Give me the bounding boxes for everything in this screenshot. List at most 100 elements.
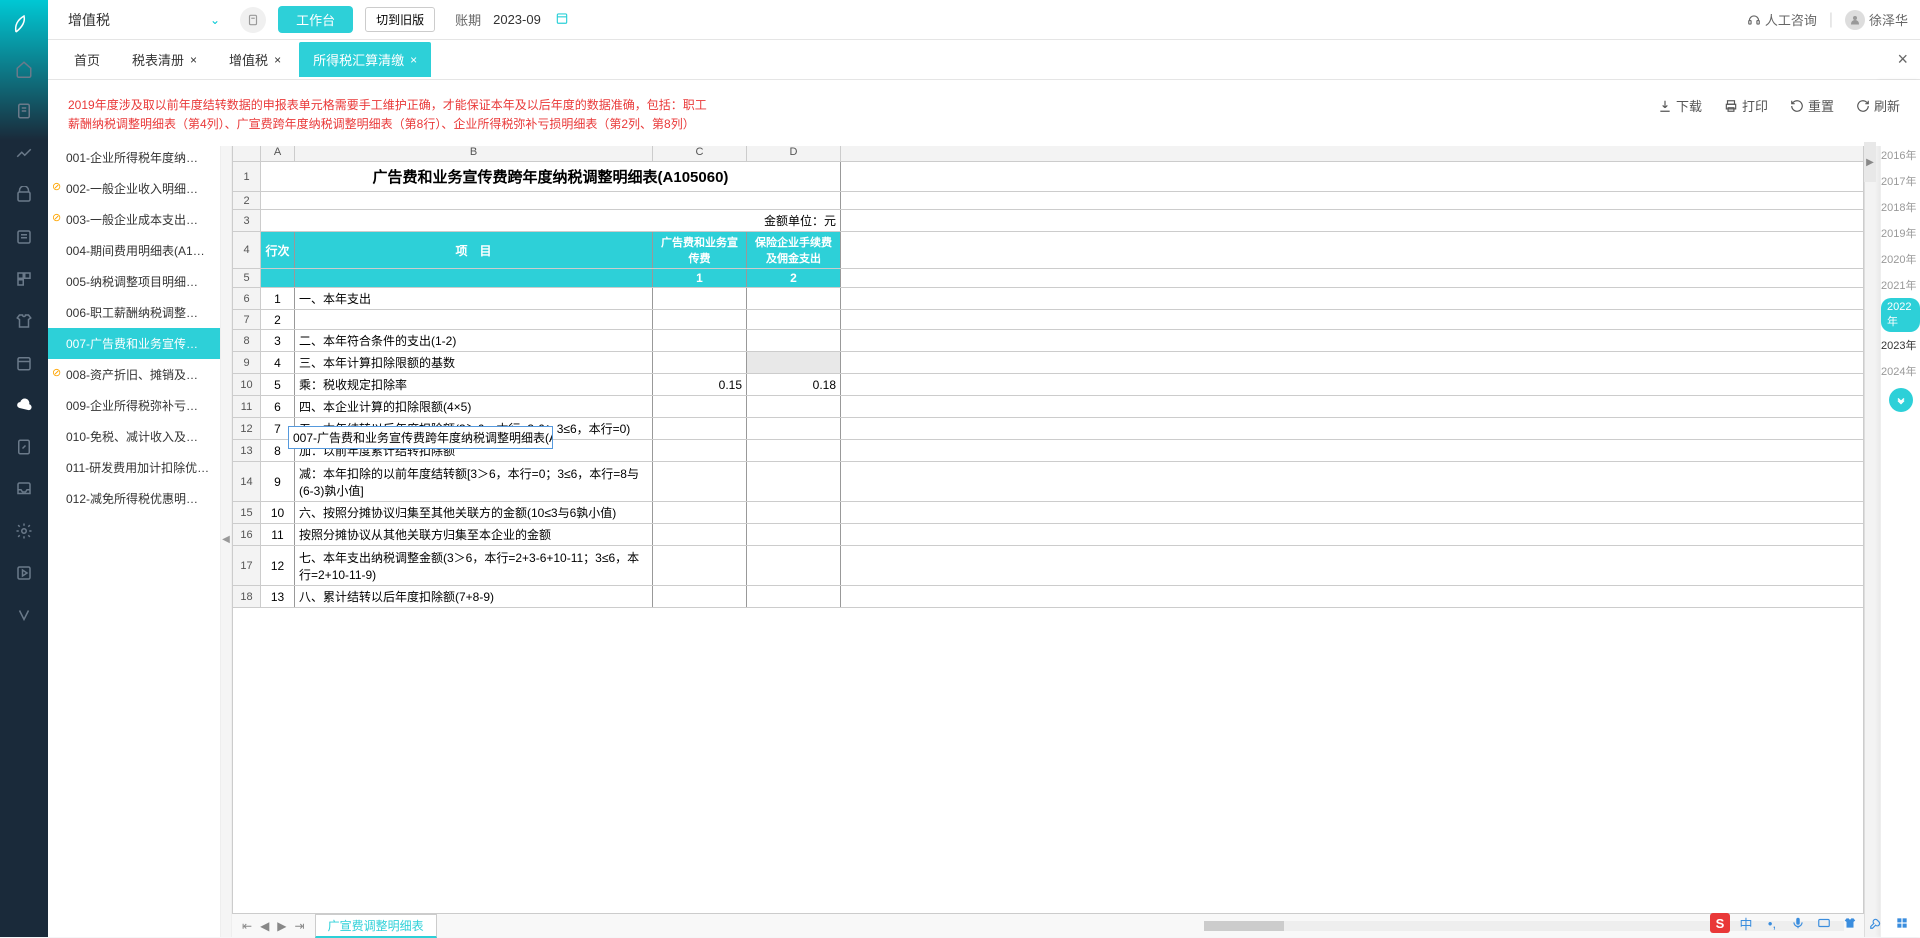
item-cell[interactable]: 七、本年支出纳税调整金额(3＞6，本行=2+3-6+10-11；3≤6，本行=2… (295, 546, 653, 585)
year-item[interactable]: 2023年 (1881, 332, 1920, 358)
v-icon[interactable] (15, 606, 33, 624)
value-cell-d[interactable] (747, 586, 841, 607)
value-cell-c[interactable] (653, 352, 747, 373)
row-header[interactable]: 3 (233, 210, 261, 231)
value-cell-d[interactable] (747, 546, 841, 585)
tab-增值税[interactable]: 增值税× (215, 42, 295, 77)
form-list-item[interactable]: ⊘003-一般企业成本支出明细... (48, 204, 220, 235)
year-item[interactable]: 2020年 (1881, 246, 1920, 272)
ime-lang[interactable]: 中 (1736, 913, 1756, 933)
print-button[interactable]: 打印 (1724, 96, 1768, 115)
workbench-button[interactable]: 工作台 (278, 6, 353, 33)
row-header[interactable]: 15 (233, 502, 261, 523)
value-cell-c[interactable] (653, 330, 747, 351)
value-cell-d[interactable] (747, 330, 841, 351)
row-header[interactable]: 5 (233, 269, 261, 287)
doc-icon[interactable] (15, 102, 33, 120)
grid-icon[interactable] (15, 270, 33, 288)
collapse-handle[interactable]: ◀ (220, 142, 232, 937)
item-cell[interactable]: 三、本年计算扣除限额的基数 (295, 352, 653, 373)
switch-old-button[interactable]: 切到旧版 (365, 7, 435, 32)
year-item[interactable]: 2018年 (1881, 194, 1920, 220)
row-header[interactable]: 16 (233, 524, 261, 545)
chart-icon[interactable] (15, 144, 33, 162)
download-button[interactable]: 下载 (1658, 96, 1702, 115)
module-selector[interactable]: 增值税 ⌄ (60, 6, 228, 34)
value-cell-c[interactable] (653, 288, 747, 309)
year-item[interactable]: 2024年 (1881, 358, 1920, 384)
ime-tool-icon[interactable] (1866, 913, 1886, 933)
cloud-icon[interactable] (15, 396, 33, 414)
ime-skin-icon[interactable] (1840, 913, 1860, 933)
form-list-item[interactable]: ⊘008-资产折旧、摊销及纳税... (48, 359, 220, 390)
close-all-tabs[interactable]: × (1897, 49, 1908, 70)
value-cell-d[interactable]: 0.18 (747, 374, 841, 395)
form-list-item[interactable]: 001-企业所得税年度纳税申... (48, 142, 220, 173)
ime-mic-icon[interactable] (1788, 913, 1808, 933)
form-list-item[interactable]: 009-企业所得税弥补亏损明... (48, 390, 220, 421)
value-cell-c[interactable] (653, 462, 747, 501)
row-header[interactable]: 2 (233, 192, 261, 209)
ime-logo-icon[interactable]: S (1710, 913, 1730, 933)
year-item[interactable]: 2019年 (1881, 220, 1920, 246)
expand-panel-icon[interactable]: ▶ (1864, 142, 1876, 182)
row-header[interactable]: 12 (233, 418, 261, 439)
row-header[interactable]: 11 (233, 396, 261, 417)
value-cell-d[interactable] (747, 396, 841, 417)
form-list-item[interactable]: 010-免税、减计收入及加计... (48, 421, 220, 452)
item-cell[interactable]: 八、累计结转以后年度扣除额(7+8-9) (295, 586, 653, 607)
tab-close-icon[interactable]: × (274, 53, 281, 67)
value-cell-c[interactable] (653, 440, 747, 461)
tab-税表清册[interactable]: 税表清册× (118, 42, 211, 77)
value-cell-c[interactable] (653, 502, 747, 523)
year-down-icon[interactable] (1889, 388, 1913, 412)
item-cell[interactable]: 一、本年支出 (295, 288, 653, 309)
user-menu[interactable]: 徐泽华 (1845, 10, 1908, 30)
value-cell-d[interactable] (747, 310, 841, 329)
row-header[interactable]: 18 (233, 586, 261, 607)
year-item[interactable]: 2021年 (1881, 272, 1920, 298)
list-icon[interactable] (15, 228, 33, 246)
value-cell-c[interactable] (653, 310, 747, 329)
form-list-item[interactable]: 006-职工薪酬纳税调整明细... (48, 297, 220, 328)
item-cell[interactable] (295, 310, 653, 329)
tab-close-icon[interactable]: × (190, 53, 197, 67)
inbox-icon[interactable] (15, 480, 33, 498)
value-cell-c[interactable] (653, 546, 747, 585)
row-header[interactable]: 6 (233, 288, 261, 309)
tab-所得税汇算清缴[interactable]: 所得税汇算清缴× (299, 42, 431, 77)
item-cell[interactable]: 四、本企业计算的扣除限额(4×5) (295, 396, 653, 417)
circle-button[interactable] (240, 7, 266, 33)
value-cell-c[interactable] (653, 586, 747, 607)
item-cell[interactable]: 六、按照分摊协议归集至其他关联方的金额(10≤3与6孰小值) (295, 502, 653, 523)
row-header[interactable]: 10 (233, 374, 261, 395)
value-cell-d[interactable] (747, 524, 841, 545)
row-header[interactable]: 9 (233, 352, 261, 373)
row-header[interactable]: 4 (233, 232, 261, 268)
cell-editor[interactable]: 007-广告费和业务宣传费跨年度纳税调整明细表(A105060) (288, 426, 553, 449)
value-cell-d[interactable] (747, 462, 841, 501)
export-icon[interactable] (15, 438, 33, 456)
value-cell-d[interactable] (747, 288, 841, 309)
year-item[interactable]: 2022年 (1881, 298, 1920, 332)
form-list-item[interactable]: 004-期间费用明细表(A1040... (48, 235, 220, 266)
home-icon[interactable] (15, 60, 33, 78)
row-header[interactable]: 14 (233, 462, 261, 501)
item-cell[interactable]: 按照分摊协议从其他关联方归集至本企业的金额 (295, 524, 653, 545)
calendar-icon[interactable] (15, 354, 33, 372)
item-cell[interactable]: 乘：税收规定扣除率 (295, 374, 653, 395)
row-header[interactable]: 8 (233, 330, 261, 351)
value-cell-d[interactable] (747, 502, 841, 523)
form-list-item[interactable]: 011-研发费用加计扣除优惠... (48, 452, 220, 483)
form-list-item[interactable]: 005-纳税调整项目明细表(A1... (48, 266, 220, 297)
value-cell-d[interactable] (747, 418, 841, 439)
value-cell-d[interactable] (747, 440, 841, 461)
item-cell[interactable]: 减：本年扣除的以前年度结转额[3＞6，本行=0；3≤6，本行=8与(6-3)孰小… (295, 462, 653, 501)
tab-close-icon[interactable]: × (410, 53, 417, 67)
form-list-item[interactable]: ⊘002-一般企业收入明细表(A... (48, 173, 220, 204)
value-cell-d[interactable] (747, 352, 841, 373)
tab-首页[interactable]: 首页 (60, 42, 114, 77)
consult-button[interactable]: 人工咨询 (1747, 10, 1817, 29)
value-cell-c[interactable] (653, 524, 747, 545)
vertical-scrollbar[interactable] (1864, 142, 1880, 937)
